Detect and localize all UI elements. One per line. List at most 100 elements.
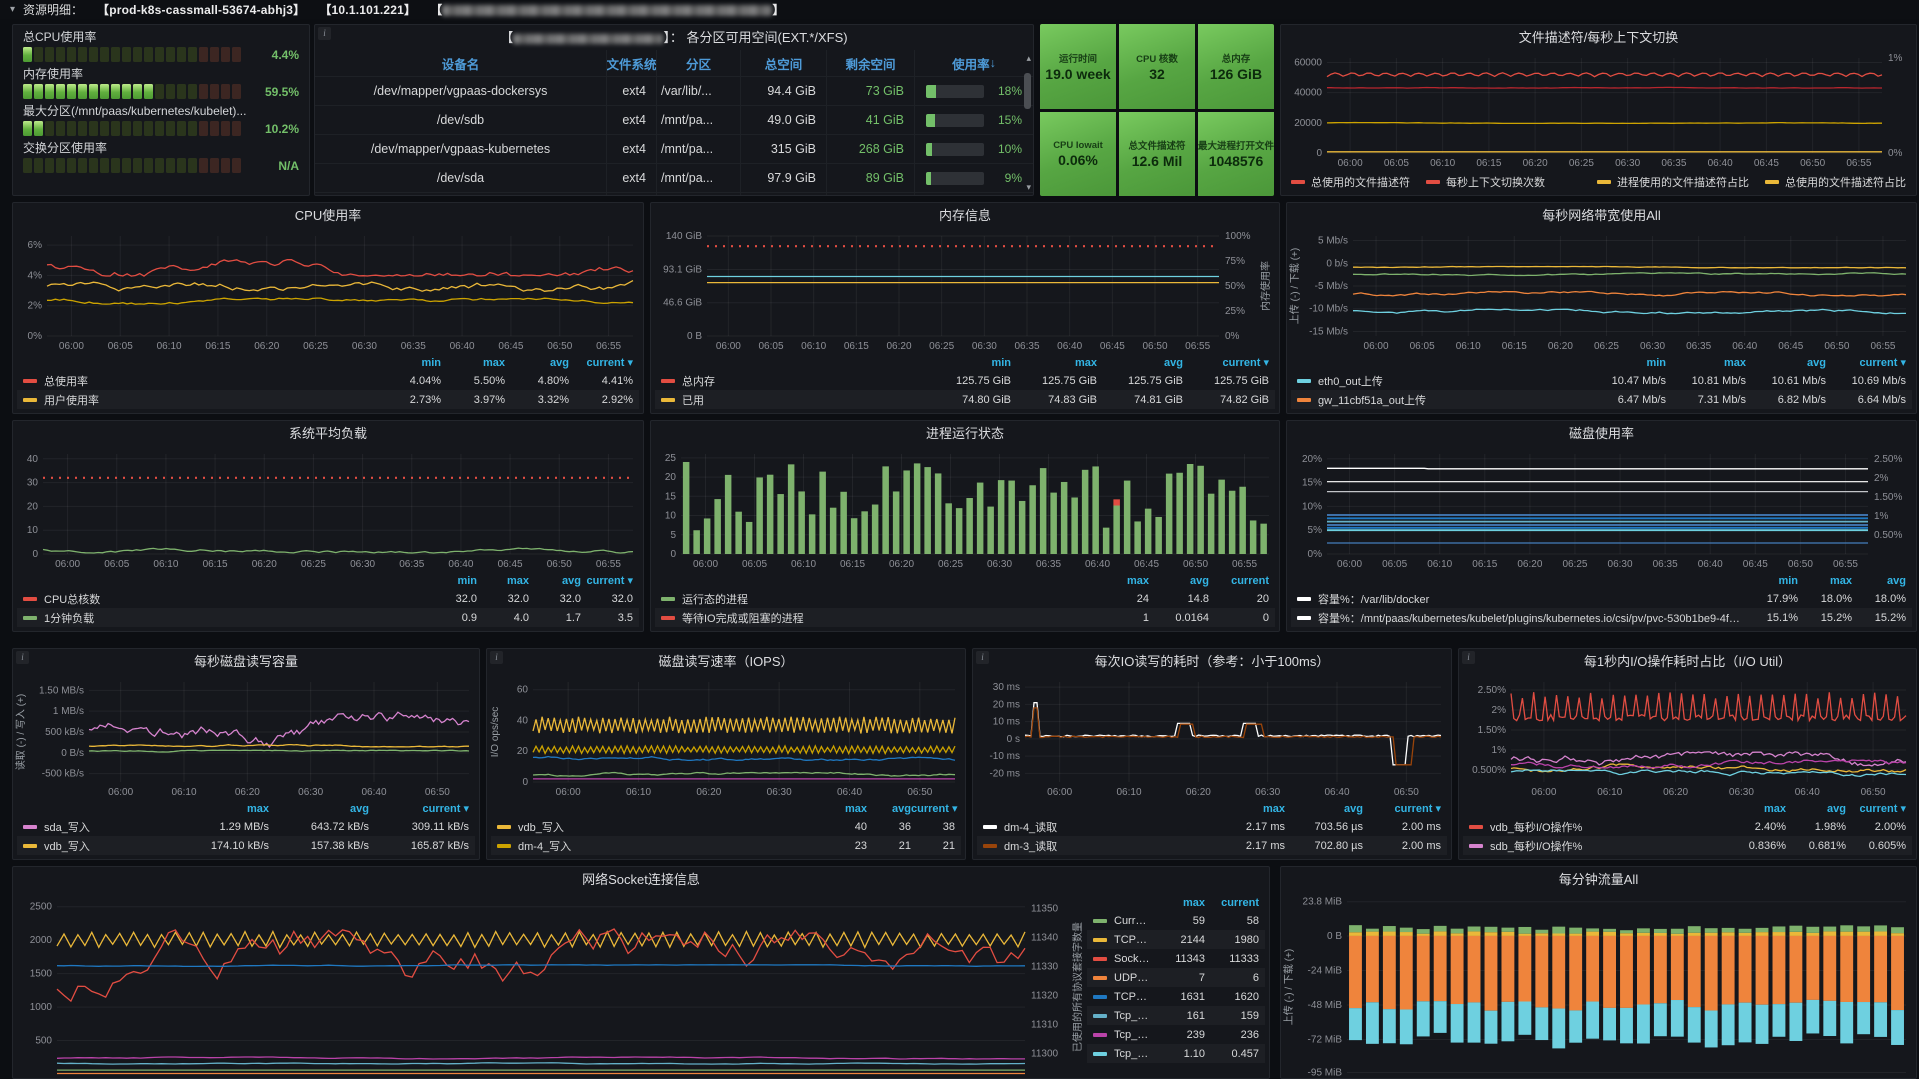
panel-title[interactable]: CPU使用率 bbox=[13, 203, 643, 228]
column-header-3[interactable]: 总空间 bbox=[741, 50, 827, 76]
series-label[interactable]: 总使用率 bbox=[44, 373, 377, 389]
legend-item[interactable]: 总使用的文件描述符占比 bbox=[1765, 174, 1906, 190]
stat-tile[interactable]: CPU 核数 32 bbox=[1119, 24, 1195, 109]
series-label[interactable]: vdb_写入 bbox=[44, 838, 169, 854]
stat-tile[interactable]: CPU Iowait 0.06% bbox=[1040, 111, 1116, 196]
column-header-1[interactable]: 文件系统 bbox=[607, 50, 657, 76]
legend-item[interactable]: 总使用的文件描述符 bbox=[1291, 174, 1410, 190]
panel-title[interactable]: 内存信息 bbox=[651, 203, 1279, 228]
series-label[interactable]: TCP_alloc bbox=[1114, 991, 1151, 1003]
column-header-2[interactable]: 分区 bbox=[657, 50, 741, 76]
dashboard-row-header[interactable]: ▾ 资源明细： 【prod-k8s-cassmall-53674-abhj3】 … bbox=[0, 0, 1919, 19]
series-label[interactable]: Tcp_InSegs bbox=[1114, 1010, 1151, 1022]
series-label[interactable]: 容量%：/mnt/paas/kubernetes/kubelet/plugins… bbox=[1318, 610, 1744, 626]
legend-col-avg[interactable]: avg bbox=[1786, 803, 1846, 815]
legend-col-max[interactable]: max bbox=[1011, 357, 1097, 369]
legend-col-avg[interactable]: avg bbox=[1852, 575, 1906, 587]
series-label[interactable]: Sockets_used (right-y) bbox=[1114, 953, 1151, 965]
series-label[interactable]: vdb_写入 bbox=[518, 819, 823, 835]
legend-col-avg[interactable]: avg bbox=[867, 803, 911, 815]
legend-col-max[interactable]: max bbox=[1151, 897, 1205, 909]
series-label[interactable]: vdb_每秒I/O操作% bbox=[1490, 819, 1726, 835]
stat-tile[interactable]: 运行时间 19.0 week bbox=[1040, 24, 1116, 109]
legend-col-avg[interactable]: avg bbox=[1746, 357, 1826, 369]
series-label[interactable]: sda_写入 bbox=[44, 819, 169, 835]
legend-col-min[interactable]: min bbox=[377, 357, 441, 369]
legend-col-current[interactable]: current ▾ bbox=[911, 802, 957, 815]
legend-col-current[interactable]: current bbox=[1209, 575, 1269, 587]
panel-title[interactable]: 磁盘读写速率（IOPS） bbox=[487, 649, 965, 674]
legend-item[interactable]: 每秒上下文切换次数 bbox=[1426, 174, 1545, 190]
legend-col-current[interactable]: current bbox=[1205, 897, 1259, 909]
series-label[interactable]: CurrEstab bbox=[1114, 915, 1151, 927]
legend-col-current[interactable]: current ▾ bbox=[581, 574, 633, 587]
series-label[interactable]: CPU总核数 bbox=[44, 591, 425, 607]
series-label[interactable]: 容量%：/var/lib/docker bbox=[1318, 591, 1744, 607]
info-icon[interactable]: i bbox=[16, 651, 29, 664]
series-label[interactable]: sdb_每秒I/O操作% bbox=[1490, 838, 1726, 854]
scroll-up-icon[interactable]: ▴ bbox=[1026, 53, 1031, 64]
legend-col-max[interactable]: max bbox=[169, 803, 269, 815]
chevron-down-icon[interactable]: ▾ bbox=[10, 4, 15, 15]
panel-title[interactable]: 系统平均负载 bbox=[13, 421, 643, 446]
series-label[interactable]: 总内存 bbox=[682, 373, 925, 389]
series-label[interactable]: 1分钟负载 bbox=[44, 610, 425, 626]
info-icon[interactable]: i bbox=[1462, 651, 1475, 664]
series-label[interactable]: dm-3_读取 bbox=[1004, 838, 1207, 854]
panel-title[interactable]: 每次IO读写的耗时（参考：小于100ms） bbox=[973, 649, 1451, 674]
series-label[interactable]: gw_11cbf51a_out上传 bbox=[1318, 392, 1586, 408]
series-label[interactable]: dm-4_读取 bbox=[1004, 819, 1207, 835]
panel-title[interactable]: 每分钟流量All bbox=[1281, 867, 1916, 892]
row-title[interactable]: 资源明细： bbox=[23, 1, 83, 18]
legend-col-max[interactable]: max bbox=[1726, 803, 1786, 815]
panel-title[interactable]: 【】： 各分区可用空间(EXT.*/XFS) bbox=[315, 25, 1033, 50]
legend-col-current[interactable]: current ▾ bbox=[369, 802, 469, 815]
series-label[interactable]: eth0_out上传 bbox=[1318, 373, 1586, 389]
legend-col-min[interactable]: min bbox=[425, 575, 477, 587]
legend-col-avg[interactable]: avg bbox=[269, 803, 369, 815]
legend-col-current[interactable]: current ▾ bbox=[1183, 356, 1269, 369]
legend-col-avg[interactable]: avg bbox=[1285, 803, 1363, 815]
stat-tile[interactable]: 最大进程打开文件 1048576 bbox=[1198, 111, 1274, 196]
legend-col-current[interactable]: current ▾ bbox=[569, 356, 633, 369]
legend-col-current[interactable]: current ▾ bbox=[1363, 802, 1441, 815]
legend-col-min[interactable]: min bbox=[925, 357, 1011, 369]
legend-col-current[interactable]: current ▾ bbox=[1846, 802, 1906, 815]
series-label[interactable]: dm-4_写入 bbox=[518, 838, 823, 854]
info-icon[interactable]: i bbox=[318, 27, 331, 40]
legend-col-max[interactable]: max bbox=[1666, 357, 1746, 369]
legend-col-avg[interactable]: avg bbox=[529, 575, 581, 587]
column-header-4[interactable]: 剩余空间 bbox=[827, 50, 915, 76]
info-icon[interactable]: i bbox=[490, 651, 503, 664]
legend-item[interactable]: 进程使用的文件描述符占比 bbox=[1597, 174, 1749, 190]
legend-col-min[interactable]: min bbox=[1744, 575, 1798, 587]
series-label[interactable]: 运行态的进程 bbox=[682, 591, 1089, 607]
legend-col-avg[interactable]: avg bbox=[505, 357, 569, 369]
series-label[interactable]: UDP_inuse bbox=[1114, 972, 1151, 984]
legend-col-min[interactable]: min bbox=[1586, 357, 1666, 369]
panel-title[interactable]: 每1秒内I/O操作耗时占比（I/O Util） bbox=[1459, 649, 1916, 674]
series-label[interactable]: 等待IO完成或阻塞的进程 bbox=[682, 610, 1089, 626]
legend-col-max[interactable]: max bbox=[1798, 575, 1852, 587]
panel-title[interactable]: 文件描述符/每秒上下文切换 bbox=[1281, 25, 1916, 50]
stat-tile[interactable]: 总文件描述符 12.6 Mil bbox=[1119, 111, 1195, 196]
column-header-0[interactable]: 设备名 bbox=[315, 50, 607, 76]
stat-tile[interactable]: 总内存 126 GiB bbox=[1198, 24, 1274, 109]
legend-col-avg[interactable]: avg bbox=[1097, 357, 1183, 369]
series-label[interactable]: TCP_tw bbox=[1114, 934, 1151, 946]
series-label[interactable]: 用户使用率 bbox=[44, 392, 377, 408]
panel-title[interactable]: 每秒磁盘读写容量 bbox=[13, 649, 479, 674]
scrollbar-thumb[interactable] bbox=[1024, 73, 1031, 109]
panel-title[interactable]: 磁盘使用率 bbox=[1287, 421, 1916, 446]
legend-col-current[interactable]: current ▾ bbox=[1826, 356, 1906, 369]
legend-col-max[interactable]: max bbox=[441, 357, 505, 369]
series-label[interactable]: Tcp_RetransSegs bbox=[1114, 1048, 1151, 1060]
info-icon[interactable]: i bbox=[976, 651, 989, 664]
series-label[interactable]: Tcp_OutSegs bbox=[1114, 1029, 1151, 1041]
legend-col-max[interactable]: max bbox=[1089, 575, 1149, 587]
panel-title[interactable]: 每秒网络带宽使用All bbox=[1287, 203, 1916, 228]
series-label[interactable]: 已用 bbox=[682, 392, 925, 408]
legend-col-avg[interactable]: avg bbox=[1149, 575, 1209, 587]
legend-col-max[interactable]: max bbox=[477, 575, 529, 587]
legend-col-max[interactable]: max bbox=[823, 803, 867, 815]
